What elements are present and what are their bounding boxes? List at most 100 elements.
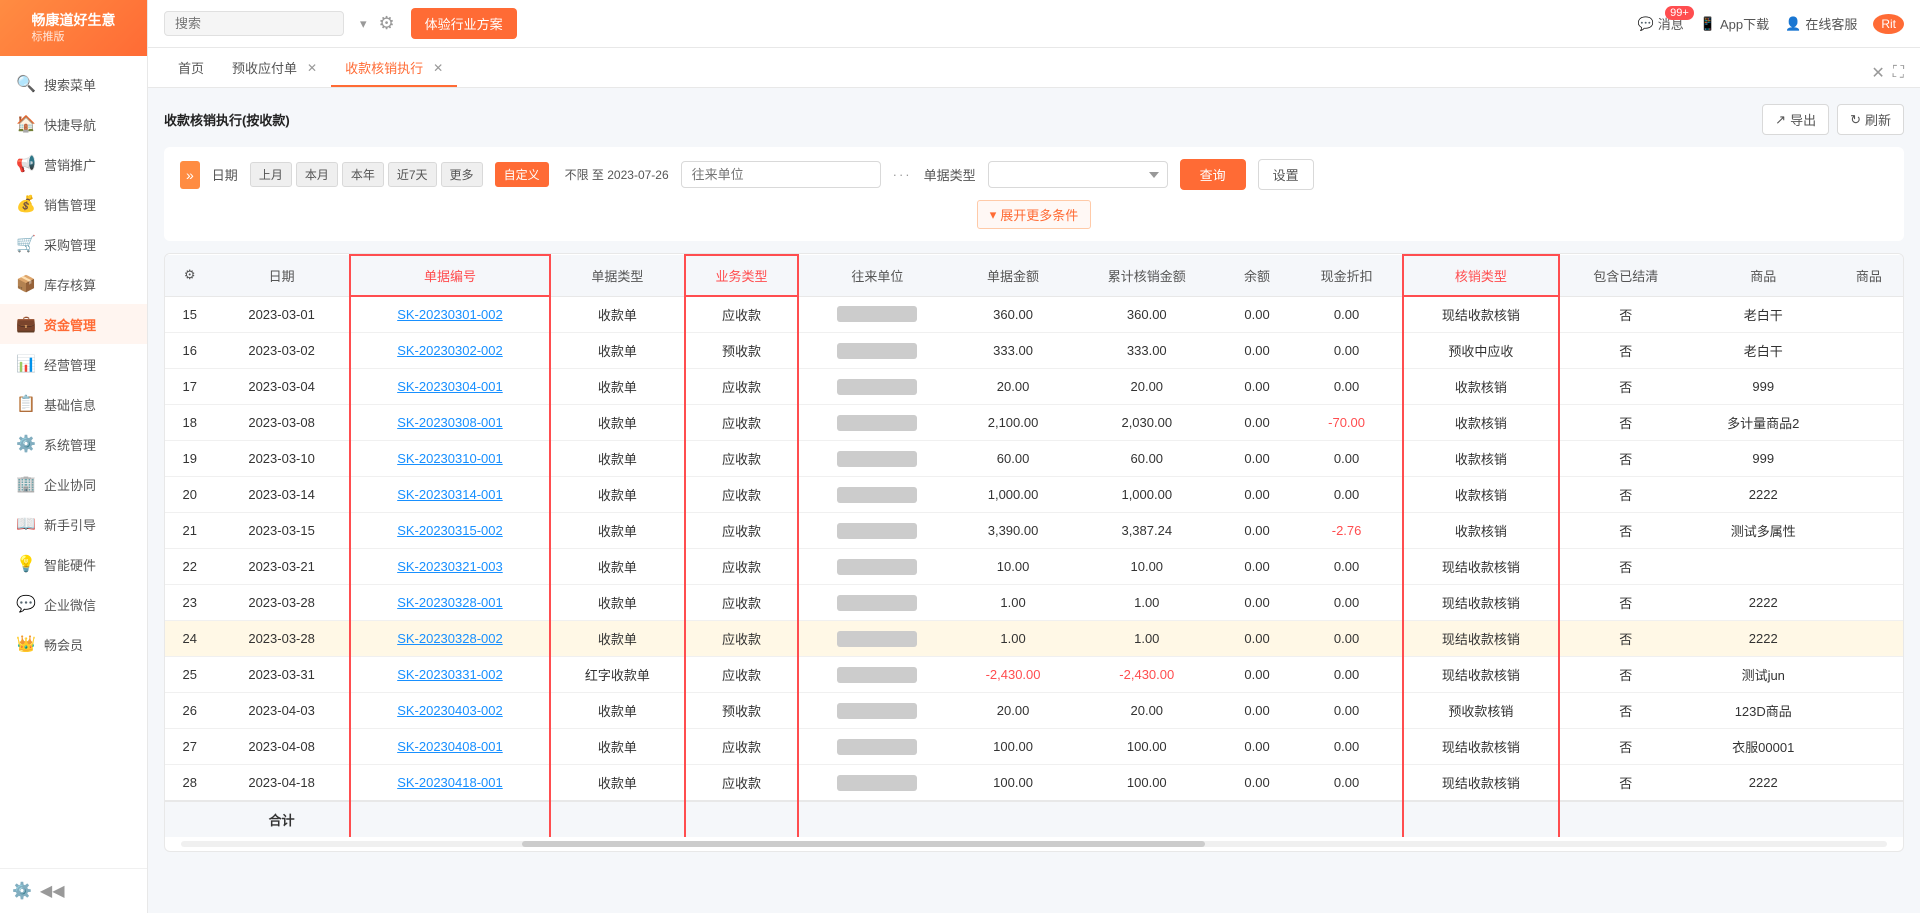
filter-expand-icon[interactable]: » (180, 161, 200, 189)
footer-cell: 合计 (214, 801, 349, 837)
doc-link[interactable]: SK-20230403-002 (397, 703, 503, 718)
doc-link[interactable]: SK-20230314-001 (397, 487, 503, 502)
table-cell: 1,000.00 (1071, 477, 1223, 513)
table-cell: 19 (165, 441, 214, 477)
more-options-icon[interactable]: ··· (893, 167, 912, 182)
table-cell: ████████ (798, 657, 955, 693)
sidebar-item-quick[interactable]: 🏠快捷导航 (0, 104, 147, 144)
doc-link[interactable]: SK-20230328-002 (397, 631, 503, 646)
table-cell: 100.00 (1071, 729, 1223, 765)
tab-home[interactable]: 首页 (164, 50, 218, 87)
table-cell: 预收中应收 (1403, 333, 1559, 369)
page-content: 收款核销执行(按收款) ↗ 导出 ↻ 刷新 » 日期 上月本月本年近7天更多 (148, 88, 1920, 913)
expand-tab-icon[interactable]: ⛶ (1893, 64, 1904, 82)
tab-close-icon[interactable]: ✕ (433, 61, 443, 75)
table-cell: 2023-03-15 (214, 513, 349, 549)
col-header-11: 包含已结清 (1559, 255, 1692, 296)
doc-link[interactable]: SK-20230301-002 (397, 307, 503, 322)
tabs-bar: 收款核销执行✕预收应付单✕首页 ✕ ⛶ (148, 48, 1920, 88)
expand-conditions-button[interactable]: ▾ 展开更多条件 (977, 200, 1092, 229)
search-input[interactable] (164, 11, 344, 36)
doc-link[interactable]: SK-20230315-002 (397, 523, 503, 538)
date-btn-更多[interactable]: 更多 (441, 162, 483, 187)
doc-link[interactable]: SK-20230331-002 (397, 667, 503, 682)
date-btn-上月[interactable]: 上月 (250, 162, 292, 187)
tab-collection[interactable]: 收款核销执行✕ (331, 50, 457, 87)
sidebar-item-search[interactable]: 🔍搜索菜单 (0, 64, 147, 104)
sidebar-item-marketing[interactable]: 📢营销推广 (0, 144, 147, 184)
sidebar-item-hardware[interactable]: 💡智能硬件 (0, 544, 147, 584)
table-cell: 现结收款核销 (1403, 585, 1559, 621)
settings-button[interactable]: 设置 (1258, 159, 1314, 190)
sidebar-item-corp[interactable]: 🏢企业协同 (0, 464, 147, 504)
doc-type-select[interactable] (988, 161, 1168, 188)
col-header-0: ⚙ (165, 255, 214, 296)
footer-cell (165, 801, 214, 837)
close-tab-icon[interactable]: ✕ (1871, 63, 1884, 83)
doc-link[interactable]: SK-20230321-003 (397, 559, 503, 574)
doc-link[interactable]: SK-20230328-001 (397, 595, 503, 610)
doc-link[interactable]: SK-20230418-001 (397, 775, 503, 790)
chevron-down-icon[interactable]: ▾ (360, 16, 367, 32)
sidebar-item-system[interactable]: ⚙️系统管理 (0, 424, 147, 464)
doc-link[interactable]: SK-20230310-001 (397, 451, 503, 466)
table-cell: 999 (1692, 441, 1835, 477)
doc-link[interactable]: SK-20230302-002 (397, 343, 503, 358)
doc-link[interactable]: SK-20230308-001 (397, 415, 503, 430)
refresh-icon: ↻ (1850, 112, 1861, 128)
table-cell: 现结收款核销 (1403, 729, 1559, 765)
export-button[interactable]: ↗ 导出 (1762, 104, 1829, 135)
date-btn-近7天[interactable]: 近7天 (388, 162, 437, 187)
tab-prepay[interactable]: 预收应付单✕ (218, 50, 331, 87)
table-cell: 0.00 (1291, 693, 1403, 729)
table-cell: 收款核销 (1403, 405, 1559, 441)
tab-close-icon[interactable]: ✕ (307, 61, 317, 75)
col-header-12: 商品 (1692, 255, 1835, 296)
settings-icon[interactable]: ⚙️ (12, 881, 32, 901)
query-button[interactable]: 查询 (1180, 159, 1246, 190)
date-btn-本年[interactable]: 本年 (342, 162, 384, 187)
table-cell: 2222 (1692, 477, 1835, 513)
topbar: ▾ ⚙ 体验行业方案 💬 消息 99+ 📱 App下载 👤 在线客服 Rit (148, 0, 1920, 48)
horizontal-scrollbar[interactable] (165, 837, 1903, 851)
sidebar-item-operation[interactable]: 📊经营管理 (0, 344, 147, 384)
gear-icon[interactable]: ⚙ (379, 13, 395, 34)
table-cell: 2023-03-10 (214, 441, 349, 477)
sidebar-label: 畅会员 (44, 635, 83, 654)
message-button[interactable]: 💬 消息 99+ (1638, 14, 1684, 33)
sidebar-item-purchase[interactable]: 🛒采购管理 (0, 224, 147, 264)
member-icon: 👑 (16, 634, 36, 654)
table-cell: 应收款 (685, 441, 799, 477)
table-cell: 否 (1559, 369, 1692, 405)
sidebar-item-sales[interactable]: 💰销售管理 (0, 184, 147, 224)
table-row: 252023-03-31SK-20230331-002红字收款单应收款█████… (165, 657, 1903, 693)
collapse-icon[interactable]: ◀◀ (40, 881, 65, 901)
table-cell: 预收款核销 (1403, 693, 1559, 729)
refresh-button[interactable]: ↻ 刷新 (1837, 104, 1904, 135)
table-cell: 27 (165, 729, 214, 765)
table-cell: 15 (165, 296, 214, 333)
table-cell: 16 (165, 333, 214, 369)
sidebar-item-guide[interactable]: 📖新手引导 (0, 504, 147, 544)
sidebar-item-member[interactable]: 👑 畅会员 (0, 624, 147, 664)
table-cell: 收款单 (550, 333, 685, 369)
table-cell (1692, 549, 1835, 585)
partner-input[interactable] (681, 161, 881, 188)
user-avatar[interactable]: Rit (1873, 14, 1904, 34)
app-download-button[interactable]: 📱 App下载 (1700, 14, 1769, 33)
sidebar-item-basic[interactable]: 📋基础信息 (0, 384, 147, 424)
sidebar-item-wechat[interactable]: 💬企业微信 (0, 584, 147, 624)
table-container[interactable]: ⚙日期单据编号单据类型业务类型往来单位单据金额累计核销金额余额现金折扣核销类型包… (165, 254, 1903, 837)
date-btn-本月[interactable]: 本月 (296, 162, 338, 187)
sidebar-item-finance[interactable]: 💼资金管理 (0, 304, 147, 344)
solution-button[interactable]: 体验行业方案 (411, 8, 517, 39)
table-cell: ████████ (798, 513, 955, 549)
online-service-button[interactable]: 👤 在线客服 (1785, 14, 1857, 33)
sidebar-item-inventory[interactable]: 📦库存核算 (0, 264, 147, 304)
doc-link[interactable]: SK-20230304-001 (397, 379, 503, 394)
table-cell: 否 (1559, 765, 1692, 802)
scrollbar-thumb[interactable] (522, 841, 1204, 847)
doc-link[interactable]: SK-20230408-001 (397, 739, 503, 754)
custom-date-button[interactable]: 自定义 (495, 162, 549, 187)
sidebar-label: 营销推广 (44, 155, 96, 174)
